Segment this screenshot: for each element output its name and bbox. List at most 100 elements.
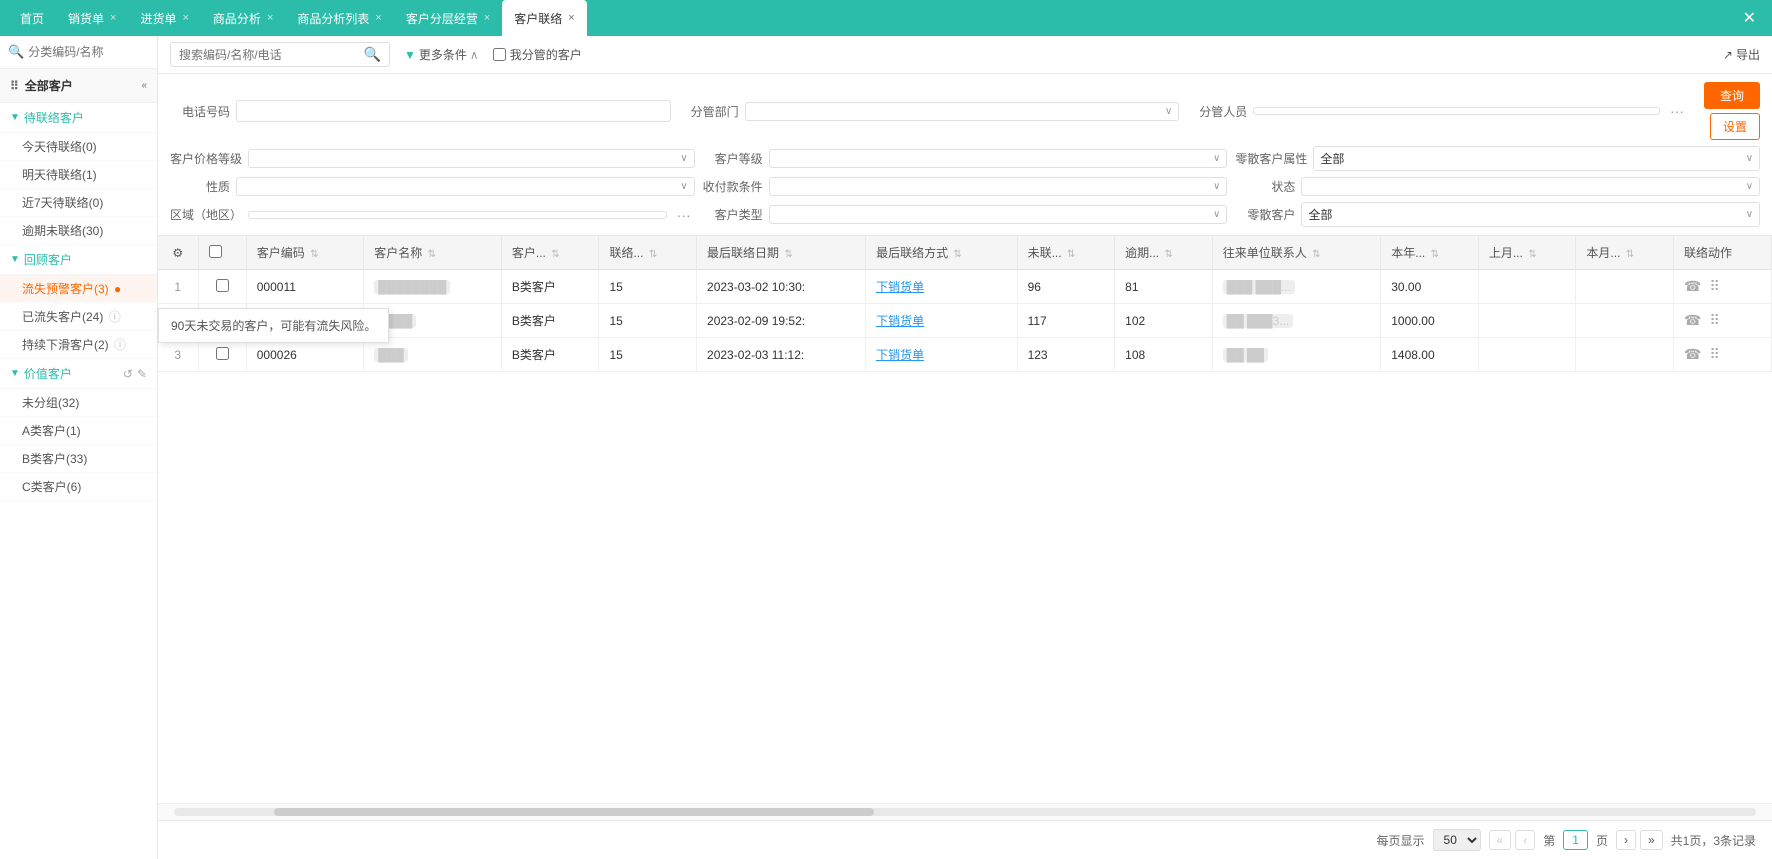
department-select[interactable]: ∨ bbox=[745, 102, 1180, 121]
row1-check[interactable] bbox=[216, 279, 229, 292]
row1-method-link[interactable]: 下销货单 bbox=[876, 280, 924, 294]
page-nav: « ‹ 第 1 页 › » bbox=[1489, 830, 1663, 850]
col-last-method[interactable]: 最后联络方式 ⇅ bbox=[866, 236, 1018, 270]
sidebar-item-declining[interactable]: 持续下滑客户(2) ⓘ bbox=[0, 331, 157, 359]
next-page-btn[interactable]: › bbox=[1616, 830, 1636, 850]
scroll-track[interactable] bbox=[174, 808, 1756, 816]
query-btn[interactable]: 查询 bbox=[1704, 82, 1760, 109]
tab-customer-tier[interactable]: 客户分层经营 × bbox=[394, 0, 502, 36]
tab-product-list-close[interactable]: × bbox=[375, 12, 381, 24]
row3-method[interactable]: 下销货单 bbox=[866, 338, 1018, 372]
row1-method[interactable]: 下销货单 bbox=[866, 270, 1018, 304]
settings-icon[interactable]: ⚙ bbox=[172, 246, 183, 260]
scroll-thumb[interactable] bbox=[274, 808, 874, 816]
phone-input[interactable] bbox=[236, 100, 671, 122]
sidebar-item-ungrouped[interactable]: 未分组(32) bbox=[0, 389, 157, 417]
refresh-icon[interactable]: ↺ bbox=[123, 367, 133, 381]
row2-action-phone[interactable]: ☎ bbox=[1684, 312, 1701, 329]
sidebar-item-churn-warning[interactable]: 流失预警客户(3) ● bbox=[0, 275, 157, 303]
col-this-month[interactable]: 本月... ⇅ bbox=[1576, 236, 1674, 270]
tab-customer-tier-label: 客户分层经营 bbox=[406, 10, 478, 27]
sidebar-all-customers[interactable]: ⠿ 全部客户 « bbox=[0, 69, 157, 103]
tab-product-analysis-close[interactable]: × bbox=[267, 12, 273, 24]
edit-icon[interactable]: ✎ bbox=[137, 367, 147, 381]
col-contact[interactable]: 联络... ⇅ bbox=[599, 236, 697, 270]
tab-customer-contact-close[interactable]: × bbox=[568, 12, 574, 24]
page-size-select[interactable]: 50 bbox=[1433, 829, 1481, 851]
status-select[interactable]: ∨ bbox=[1301, 177, 1760, 196]
row1-actions: ☎ ⠿ bbox=[1673, 270, 1771, 304]
setting-btn[interactable]: 设置 bbox=[1710, 113, 1760, 140]
horizontal-scrollbar[interactable] bbox=[158, 803, 1772, 820]
sidebar-group-value[interactable]: ▼ 价值客户 ↺ ✎ bbox=[0, 359, 157, 389]
col-settings[interactable]: ⚙ bbox=[158, 236, 198, 270]
last-page-btn[interactable]: » bbox=[1640, 830, 1663, 850]
my-customers-checkbox-wrap[interactable]: 我分管的客户 bbox=[493, 46, 582, 63]
customer-level-select[interactable]: ∨ bbox=[769, 149, 1228, 168]
col-last-month[interactable]: 上月... ⇅ bbox=[1478, 236, 1576, 270]
row2-method-link[interactable]: 下销货单 bbox=[876, 314, 924, 328]
payment-select[interactable]: ∨ bbox=[769, 177, 1228, 196]
sidebar-item-7days[interactable]: 近7天待联络(0) bbox=[0, 189, 157, 217]
main-table: ⚙ 客户编码 ⇅ 客户名称 ⇅ bbox=[158, 236, 1772, 372]
tab-sales[interactable]: 销货单 × bbox=[56, 0, 128, 36]
sidebar-group-risk[interactable]: ▼ 回顾客户 bbox=[0, 245, 157, 275]
area-more[interactable]: ··· bbox=[673, 207, 695, 223]
manager-more[interactable]: ··· bbox=[1666, 103, 1688, 119]
sidebar-group-pending[interactable]: ▼ 待联络客户 bbox=[0, 103, 157, 133]
row2-action-more[interactable]: ⠿ bbox=[1709, 312, 1719, 329]
tab-product-list[interactable]: 商品分析列表 × bbox=[285, 0, 393, 36]
sidebar-search-input[interactable] bbox=[28, 45, 149, 59]
col-overdue[interactable]: 逾期... ⇅ bbox=[1115, 236, 1213, 270]
sidebar-item-class-c[interactable]: C类客户(6) bbox=[0, 473, 157, 501]
all-customers-label: 全部客户 bbox=[25, 77, 73, 94]
row1-action-phone[interactable]: ☎ bbox=[1684, 278, 1701, 295]
btn-group: 查询 设置 bbox=[1696, 82, 1760, 140]
tab-purchase[interactable]: 进货单 × bbox=[128, 0, 200, 36]
row3-check[interactable] bbox=[216, 347, 229, 360]
customer-type-select[interactable]: ∨ bbox=[769, 205, 1228, 224]
sidebar-item-class-a[interactable]: A类客户(1) bbox=[0, 417, 157, 445]
table-row: 1 000011 ████████ B类客户 15 2023-03-02 10:… bbox=[158, 270, 1772, 304]
row3-action-phone[interactable]: ☎ bbox=[1684, 346, 1701, 363]
tab-home[interactable]: 首页 bbox=[8, 0, 56, 36]
col-contact-person[interactable]: 往来单位联系人 ⇅ bbox=[1212, 236, 1381, 270]
col-code[interactable]: 客户编码 ⇅ bbox=[246, 236, 363, 270]
first-page-btn[interactable]: « bbox=[1489, 830, 1512, 850]
tab-purchase-close[interactable]: × bbox=[182, 12, 188, 24]
tab-product-analysis[interactable]: 商品分析 × bbox=[201, 0, 285, 36]
row2-method[interactable]: 下销货单 bbox=[866, 304, 1018, 338]
sidebar-item-class-b[interactable]: B类客户(33) bbox=[0, 445, 157, 473]
col-unlisted[interactable]: 未联... ⇅ bbox=[1017, 236, 1115, 270]
more-conditions-btn[interactable]: ▼ 更多条件 ∧ bbox=[398, 43, 485, 66]
sidebar-item-overdue[interactable]: 逾期未联络(30) bbox=[0, 217, 157, 245]
row1-action-more[interactable]: ⠿ bbox=[1709, 278, 1719, 295]
row3-method-link[interactable]: 下销货单 bbox=[876, 348, 924, 362]
nature-select[interactable]: ∨ bbox=[236, 177, 695, 196]
sidebar-item-tomorrow[interactable]: 明天待联络(1) bbox=[0, 161, 157, 189]
area-select[interactable] bbox=[248, 211, 667, 219]
col-last-date[interactable]: 最后联络日期 ⇅ bbox=[697, 236, 866, 270]
sidebar-item-today[interactable]: 今天待联络(0) bbox=[0, 133, 157, 161]
prev-page-btn[interactable]: ‹ bbox=[1515, 830, 1535, 850]
tab-sales-close[interactable]: × bbox=[110, 12, 116, 24]
sidebar-item-churned[interactable]: 已流失客户(24) ⓘ bbox=[0, 303, 157, 331]
search-input[interactable] bbox=[179, 48, 364, 62]
select-all-checkbox[interactable] bbox=[209, 245, 222, 258]
col-this-year[interactable]: 本年... ⇅ bbox=[1381, 236, 1479, 270]
price-level-select[interactable]: ∨ bbox=[248, 149, 695, 168]
manager-select[interactable] bbox=[1253, 107, 1660, 115]
tab-customer-contact[interactable]: 客户联络 × bbox=[502, 0, 586, 36]
export-btn[interactable]: ↗ 导出 bbox=[1723, 46, 1760, 63]
tab-customer-tier-close[interactable]: × bbox=[484, 12, 490, 24]
retail-customer-select[interactable]: 全部 ∨ bbox=[1301, 202, 1760, 227]
pagination-bar: 每页显示 50 « ‹ 第 1 页 › » 共1页，3条记录 bbox=[158, 820, 1772, 859]
window-close-btn[interactable]: ✕ bbox=[1735, 8, 1764, 28]
main-layout: 🔍 ⠿ 全部客户 « ▼ 待联络客户 今天待联络(0) 明天待联络(1) 近7天… bbox=[0, 36, 1772, 859]
col-name[interactable]: 客户名称 ⇅ bbox=[364, 236, 502, 270]
my-customers-checkbox[interactable] bbox=[493, 48, 506, 61]
search-btn[interactable]: 🔍 bbox=[364, 46, 381, 63]
col-type[interactable]: 客户... ⇅ bbox=[501, 236, 599, 270]
retail-attr-select[interactable]: 全部 ∨ bbox=[1313, 146, 1760, 171]
row3-action-more[interactable]: ⠿ bbox=[1709, 346, 1719, 363]
